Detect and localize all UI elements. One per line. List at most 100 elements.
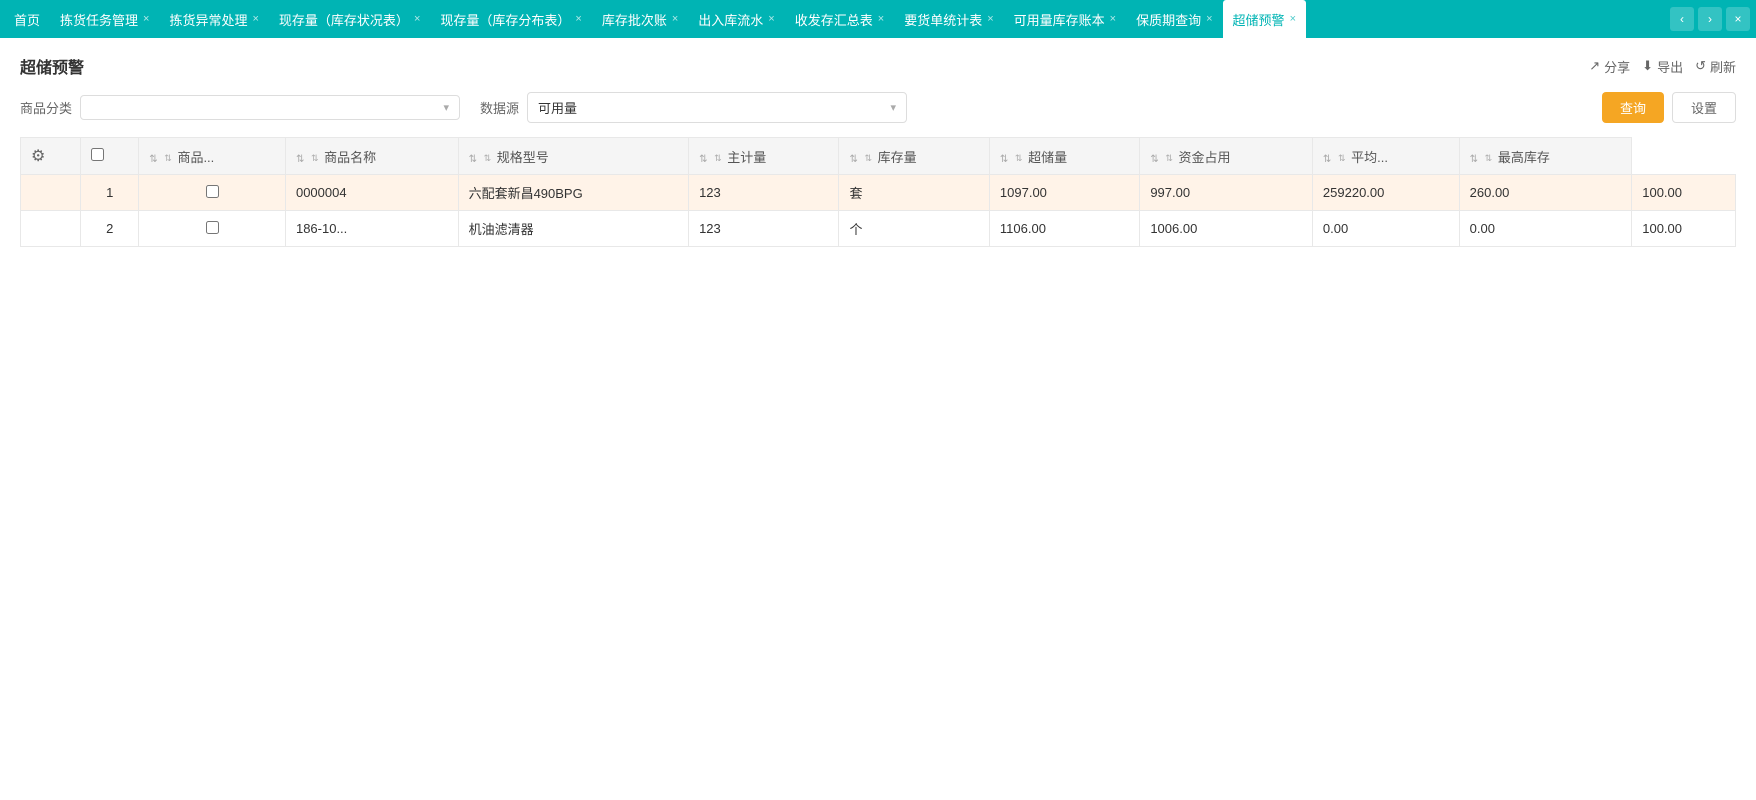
settings-button[interactable]: 设置 (1672, 92, 1736, 123)
row-num-0: 1 (81, 175, 139, 211)
nav-item-close-1[interactable]: × (143, 13, 149, 25)
nav-item-label-6: 出入库流水 (698, 10, 763, 29)
th-overstock[interactable]: ⇅ 超储量 (989, 138, 1139, 175)
nav-item-close-5[interactable]: × (672, 13, 678, 25)
column-settings-button[interactable]: ⚙ (31, 146, 45, 166)
row-stock-0: 1097.00 (989, 175, 1139, 211)
sort-maxstock-icon: ⇅ (1485, 153, 1493, 164)
nav-item-2[interactable]: 拣货异常处理 × (159, 0, 268, 38)
datasource-dropdown-icon: ▾ (891, 101, 897, 114)
row-checkbox-1[interactable] (206, 221, 219, 234)
refresh-button[interactable]: ↺ 刷新 (1695, 57, 1736, 76)
row-overstock-1: 1006.00 (1140, 211, 1313, 247)
row-spec-0: 123 (689, 175, 839, 211)
th-avg[interactable]: ⇅ 平均... (1312, 138, 1459, 175)
th-code[interactable]: ⇅ 商品... (139, 138, 286, 175)
category-dropdown-icon: ▾ (443, 101, 449, 114)
row-checkbox-cell-1 (139, 211, 286, 247)
select-all-checkbox[interactable] (91, 148, 104, 161)
th-unit[interactable]: ⇅ 主计量 (689, 138, 839, 175)
row-num-1: 2 (81, 211, 139, 247)
table-container: ⚙ ⇅ 商品... ⇅ 商品名称 ⇅ 规格型号 (20, 137, 1736, 247)
datasource-label: 数据源 (480, 98, 519, 117)
nav-item-close-6[interactable]: × (768, 13, 774, 25)
filter-actions: 查询 设置 (1602, 92, 1736, 123)
nav-item-1[interactable]: 拣货任务管理 × (50, 0, 159, 38)
row-stock-1: 1106.00 (989, 211, 1139, 247)
nav-item-close-9[interactable]: × (1110, 13, 1116, 25)
th-spec[interactable]: ⇅ 规格型号 (458, 138, 689, 175)
nav-item-10[interactable]: 保质期查询 × (1126, 0, 1222, 38)
page-title: 超储预警 (20, 54, 84, 78)
share-button[interactable]: ↗ 分享 (1589, 57, 1630, 76)
th-capital[interactable]: ⇅ 资金占用 (1140, 138, 1313, 175)
nav-item-label-3: 现存量（库存状况表） (279, 10, 409, 29)
row-code-1: 186-10... (285, 211, 458, 247)
datasource-value: 可用量 (538, 98, 577, 117)
filter-bar: 商品分类 ▾ 数据源 可用量 ▾ 查询 设置 (20, 92, 1736, 123)
row-checkbox-cell-0 (139, 175, 286, 211)
sort-avg-icon: ⇅ (1338, 153, 1346, 164)
nav-item-close-2[interactable]: × (252, 13, 258, 25)
share-icon: ↗ (1589, 58, 1600, 74)
nav-item-label-2: 拣货异常处理 (169, 10, 247, 29)
nav-item-close-11[interactable]: × (1290, 13, 1296, 25)
row-name-1: 机油滤清器 (458, 211, 689, 247)
nav-item-8[interactable]: 要货单统计表 × (894, 0, 1003, 38)
navigation-bar: 首页拣货任务管理×拣货异常处理×现存量（库存状况表）×现存量（库存分布表）×库存… (0, 0, 1756, 38)
export-icon: ⬇ (1642, 58, 1653, 74)
row-settings-cell-0 (21, 175, 81, 211)
nav-item-label-9: 可用量库存账本 (1014, 10, 1105, 29)
table-row: 2186-10...机油滤清器123个1106.001006.000.000.0… (21, 211, 1736, 247)
nav-item-label-4: 现存量（库存分布表） (440, 10, 570, 29)
nav-item-3[interactable]: 现存量（库存状况表） × (269, 0, 430, 38)
row-name-0: 六配套新昌490BPG (458, 175, 689, 211)
row-spec-1: 123 (689, 211, 839, 247)
nav-item-0[interactable]: 首页 (4, 0, 50, 38)
row-maxstock-0: 100.00 (1632, 175, 1736, 211)
nav-item-close-8[interactable]: × (987, 13, 993, 25)
nav-item-label-0: 首页 (14, 10, 40, 29)
category-filter: 商品分类 ▾ (20, 95, 460, 120)
nav-item-close-4[interactable]: × (575, 13, 581, 25)
page-header: 超储预警 ↗ 分享 ⬇ 导出 ↺ 刷新 (20, 54, 1736, 78)
sort-overstock-icon: ⇅ (1015, 153, 1023, 164)
row-overstock-0: 997.00 (1140, 175, 1313, 211)
nav-item-9[interactable]: 可用量库存账本 × (1004, 0, 1126, 38)
datasource-select[interactable]: 可用量 ▾ (527, 92, 907, 123)
sort-stock-icon: ⇅ (865, 153, 873, 164)
row-code-0: 0000004 (285, 175, 458, 211)
nav-next-button[interactable]: › (1698, 7, 1722, 31)
sort-spec-icon: ⇅ (484, 153, 492, 164)
nav-prev-button[interactable]: ‹ (1670, 7, 1694, 31)
nav-item-close-7[interactable]: × (878, 13, 884, 25)
nav-item-7[interactable]: 收发存汇总表 × (785, 0, 894, 38)
nav-item-label-10: 保质期查询 (1136, 10, 1201, 29)
nav-item-label-11: 超储预警 (1233, 10, 1285, 29)
query-button[interactable]: 查询 (1602, 92, 1664, 123)
category-select[interactable]: ▾ (80, 95, 460, 120)
nav-item-label-5: 库存批次账 (602, 10, 667, 29)
nav-item-11[interactable]: 超储预警 × (1223, 0, 1306, 38)
nav-item-close-3[interactable]: × (414, 13, 420, 25)
th-settings: ⚙ (21, 138, 81, 175)
nav-item-label-7: 收发存汇总表 (795, 10, 873, 29)
row-unit-1: 个 (839, 211, 989, 247)
row-maxstock-1: 100.00 (1632, 211, 1736, 247)
nav-close-button[interactable]: × (1726, 7, 1750, 31)
nav-item-label-1: 拣货任务管理 (60, 10, 138, 29)
export-button[interactable]: ⬇ 导出 (1642, 57, 1683, 76)
nav-item-close-10[interactable]: × (1206, 13, 1212, 25)
th-name[interactable]: ⇅ 商品名称 (285, 138, 458, 175)
sort-unit-icon: ⇅ (714, 153, 722, 164)
nav-item-label-8: 要货单统计表 (904, 10, 982, 29)
nav-item-6[interactable]: 出入库流水 × (688, 0, 784, 38)
nav-item-5[interactable]: 库存批次账 × (592, 0, 688, 38)
data-table: ⚙ ⇅ 商品... ⇅ 商品名称 ⇅ 规格型号 (20, 137, 1736, 247)
th-stock[interactable]: ⇅ 库存量 (839, 138, 989, 175)
row-checkbox-0[interactable] (206, 185, 219, 198)
nav-item-4[interactable]: 现存量（库存分布表） × (430, 0, 591, 38)
th-maxstock[interactable]: ⇅ 最高库存 (1459, 138, 1632, 175)
row-avg-1: 0.00 (1459, 211, 1632, 247)
row-avg-0: 260.00 (1459, 175, 1632, 211)
